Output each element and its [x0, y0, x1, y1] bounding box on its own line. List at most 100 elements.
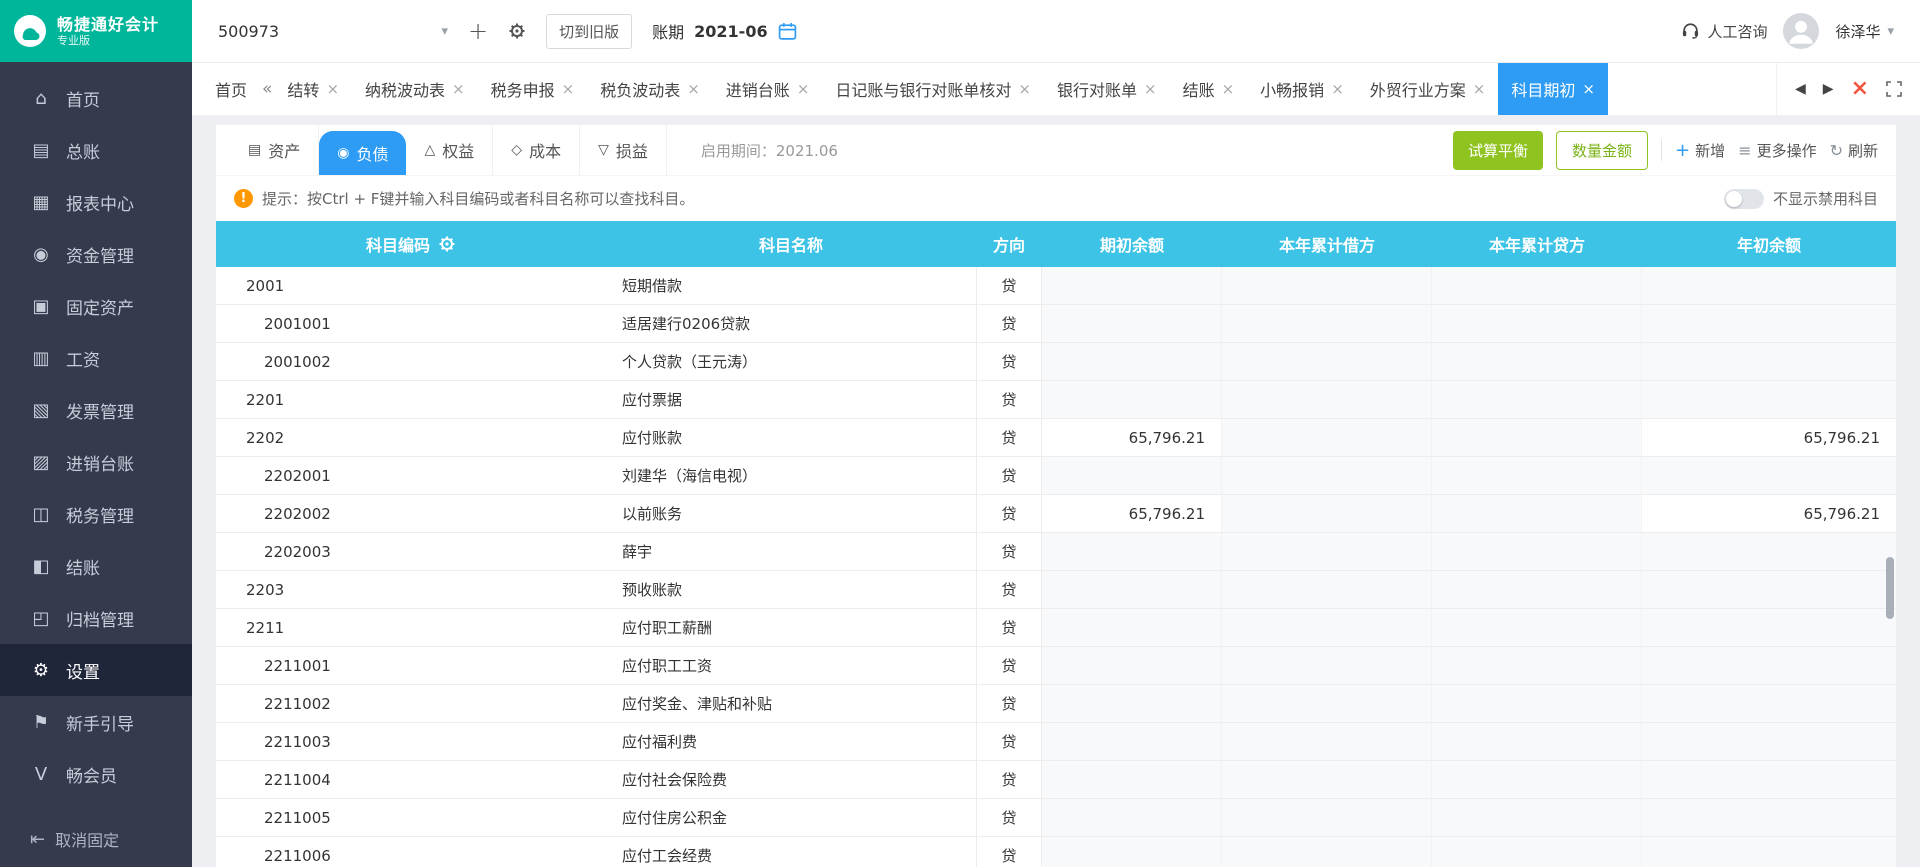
- cell-account-name[interactable]: 应付工会经费: [606, 837, 976, 867]
- cell-opening-balance[interactable]: 65,796.21: [1042, 419, 1222, 456]
- cell-ytd-credit[interactable]: [1432, 495, 1642, 532]
- cell-year-opening-balance[interactable]: [1642, 647, 1896, 684]
- cell-ytd-credit[interactable]: [1432, 533, 1642, 570]
- table-row[interactable]: 2001002 个人贷款（王元涛）贷: [216, 343, 1896, 381]
- cell-direction[interactable]: 贷: [976, 571, 1042, 608]
- cell-ytd-debit[interactable]: [1222, 343, 1432, 380]
- cell-account-name[interactable]: 以前账务: [606, 495, 976, 532]
- cell-direction[interactable]: 贷: [976, 457, 1042, 494]
- cell-account-name[interactable]: 应付社会保险费: [606, 761, 976, 798]
- table-row[interactable]: 2201 应付票据贷: [216, 381, 1896, 419]
- cell-direction[interactable]: 贷: [976, 685, 1042, 722]
- sidebar-item-report-center[interactable]: ▦ 报表中心: [0, 176, 192, 228]
- cell-ytd-debit[interactable]: [1222, 571, 1432, 608]
- cell-opening-balance[interactable]: [1042, 343, 1222, 380]
- tab-close-icon[interactable]: ×: [1018, 81, 1031, 97]
- cell-direction[interactable]: 贷: [976, 533, 1042, 570]
- cell-year-opening-balance[interactable]: [1642, 685, 1896, 722]
- cell-opening-balance[interactable]: [1042, 571, 1222, 608]
- cell-account-name[interactable]: 应付福利费: [606, 723, 976, 760]
- cell-ytd-credit[interactable]: [1432, 647, 1642, 684]
- cell-ytd-debit[interactable]: [1222, 799, 1432, 836]
- tab-account-opening-balance[interactable]: 科目期初 ×: [1498, 63, 1608, 115]
- calendar-icon[interactable]: [778, 22, 797, 41]
- cell-ytd-debit[interactable]: [1222, 609, 1432, 646]
- switch-to-old-version-button[interactable]: 切到旧版: [546, 13, 633, 49]
- cell-ytd-credit[interactable]: [1432, 685, 1642, 722]
- cell-account-code[interactable]: 2211001: [216, 647, 606, 684]
- cell-ytd-credit[interactable]: [1432, 419, 1642, 456]
- table-row[interactable]: 2211005 应付住房公积金贷: [216, 799, 1896, 837]
- tabs-prev-icon[interactable]: ◀: [1795, 81, 1806, 97]
- category-tab-cost[interactable]: ◇ 成本: [493, 125, 581, 175]
- cell-account-name[interactable]: 个人贷款（王元涛）: [606, 343, 976, 380]
- cell-account-code[interactable]: 2202002: [216, 495, 606, 532]
- cell-direction[interactable]: 贷: [976, 799, 1042, 836]
- cell-account-code[interactable]: 2211: [216, 609, 606, 646]
- sidebar-item-closing[interactable]: ◧ 结账: [0, 540, 192, 592]
- cell-ytd-debit[interactable]: [1222, 305, 1432, 342]
- cell-direction[interactable]: 贷: [976, 419, 1042, 456]
- tabs-next-icon[interactable]: ▶: [1823, 81, 1834, 97]
- manual-consult-button[interactable]: 人工咨询: [1681, 20, 1767, 43]
- cell-direction[interactable]: 贷: [976, 305, 1042, 342]
- account-select[interactable]: 500973 ▾: [218, 22, 448, 41]
- category-tab-liability[interactable]: ◉ 负债: [319, 131, 407, 175]
- cell-opening-balance[interactable]: [1042, 305, 1222, 342]
- table-row[interactable]: 2211001 应付职工工资贷: [216, 647, 1896, 685]
- cell-account-name[interactable]: 适居建行0206贷款: [606, 305, 976, 342]
- tab-purchase-sale-ledger[interactable]: 进销台账 ×: [713, 63, 823, 115]
- cell-ytd-credit[interactable]: [1432, 305, 1642, 342]
- cell-direction[interactable]: 贷: [976, 761, 1042, 798]
- cell-account-code[interactable]: 2001001: [216, 305, 606, 342]
- cell-opening-balance[interactable]: 65,796.21: [1042, 495, 1222, 532]
- category-tab-equity[interactable]: △ 权益: [406, 125, 494, 175]
- cell-ytd-debit[interactable]: [1222, 457, 1432, 494]
- sidebar-item-beginner-guide[interactable]: ⚑ 新手引导: [0, 696, 192, 748]
- tab-close-icon[interactable]: ×: [1222, 81, 1235, 97]
- cell-account-code[interactable]: 2202: [216, 419, 606, 456]
- sidebar-item-tax-management[interactable]: ◫ 税务管理: [0, 488, 192, 540]
- cell-ytd-credit[interactable]: [1432, 723, 1642, 760]
- expand-icon[interactable]: [1886, 81, 1902, 97]
- tab-close-icon[interactable]: ×: [687, 81, 700, 97]
- tab-home[interactable]: 首页: [202, 63, 260, 115]
- cell-direction[interactable]: 贷: [976, 647, 1042, 684]
- sidebar-unpin-button[interactable]: ⇤ 取消固定: [0, 811, 192, 867]
- cell-year-opening-balance[interactable]: [1642, 761, 1896, 798]
- cell-account-name[interactable]: 应付票据: [606, 381, 976, 418]
- tab-bank-statement[interactable]: 银行对账单 ×: [1044, 63, 1170, 115]
- cell-account-name[interactable]: 应付奖金、津贴和补贴: [606, 685, 976, 722]
- cell-year-opening-balance[interactable]: 65,796.21: [1642, 495, 1896, 532]
- cell-ytd-debit[interactable]: [1222, 381, 1432, 418]
- cell-ytd-credit[interactable]: [1432, 609, 1642, 646]
- hide-disabled-accounts-toggle[interactable]: [1723, 188, 1764, 209]
- category-tab-profit-loss[interactable]: ▽ 损益: [580, 125, 667, 175]
- cell-ytd-credit[interactable]: [1432, 761, 1642, 798]
- sidebar-item-home[interactable]: ⌂ 首页: [0, 72, 192, 124]
- cell-account-code[interactable]: 2203: [216, 571, 606, 608]
- cell-opening-balance[interactable]: [1042, 533, 1222, 570]
- sidebar-item-fixed-assets[interactable]: ▣ 固定资产: [0, 280, 192, 332]
- sidebar-item-member[interactable]: V 畅会员: [0, 748, 192, 800]
- tab-close-icon[interactable]: ×: [1331, 81, 1344, 97]
- cell-ytd-debit[interactable]: [1222, 533, 1432, 570]
- cell-ytd-debit[interactable]: [1222, 761, 1432, 798]
- cell-ytd-debit[interactable]: [1222, 419, 1432, 456]
- tab-carryover[interactable]: 结转 ×: [274, 63, 352, 115]
- cell-opening-balance[interactable]: [1042, 267, 1222, 304]
- period-value[interactable]: 2021-06: [694, 22, 767, 41]
- cell-account-code[interactable]: 2001: [216, 267, 606, 304]
- more-actions-button[interactable]: ≡ 更多操作: [1738, 140, 1816, 161]
- cell-year-opening-balance[interactable]: [1642, 571, 1896, 608]
- cell-opening-balance[interactable]: [1042, 685, 1222, 722]
- cell-opening-balance[interactable]: [1042, 723, 1222, 760]
- tab-close-icon[interactable]: ×: [562, 81, 575, 97]
- cell-ytd-debit[interactable]: [1222, 837, 1432, 867]
- category-tab-asset[interactable]: ▤ 资产: [230, 125, 320, 175]
- table-row[interactable]: 2001 短期借款贷: [216, 267, 1896, 305]
- cell-direction[interactable]: 贷: [976, 381, 1042, 418]
- cell-ytd-credit[interactable]: [1432, 343, 1642, 380]
- add-account-set-icon[interactable]: +: [468, 19, 488, 43]
- cell-account-name[interactable]: 应付职工工资: [606, 647, 976, 684]
